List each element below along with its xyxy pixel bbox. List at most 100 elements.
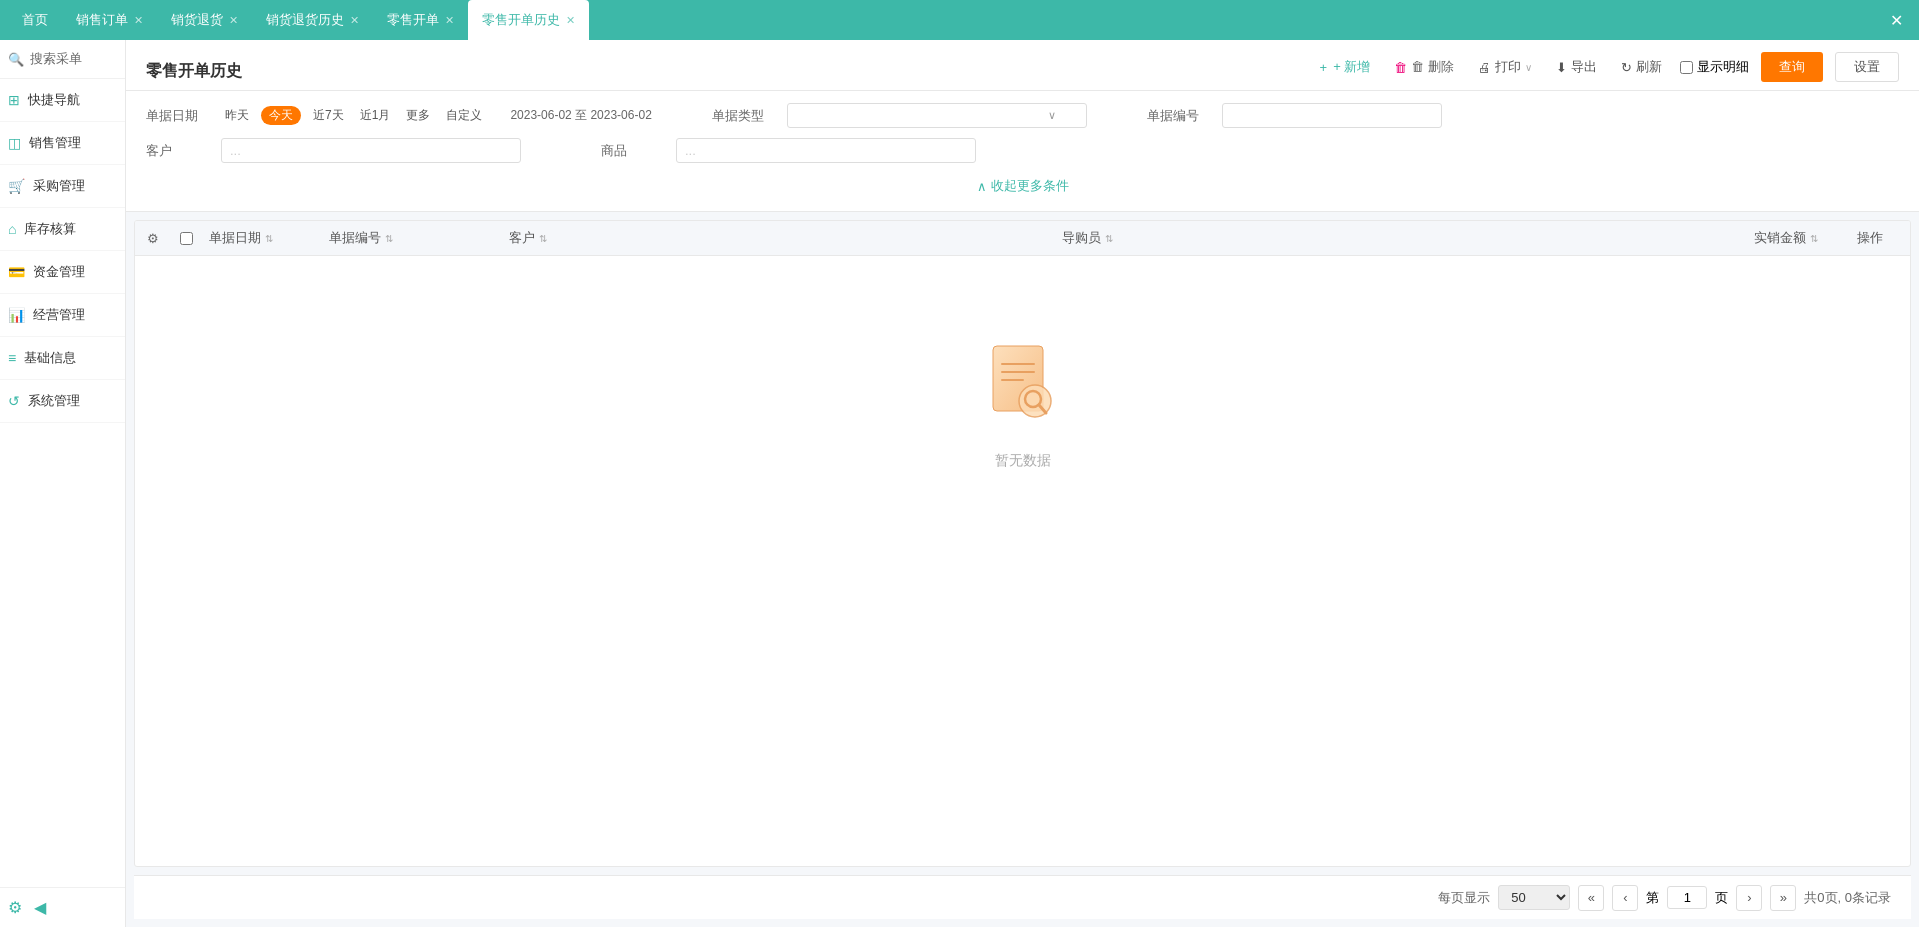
sidebar-item-sales-mgmt-label: 销售管理: [29, 134, 81, 152]
sidebar-item-inventory[interactable]: ⌂ 库存核算: [0, 208, 125, 251]
select-all-checkbox[interactable]: [180, 232, 193, 245]
tab-sales-order[interactable]: 销售订单 ✕: [62, 0, 157, 40]
customer-input[interactable]: ...: [221, 138, 521, 163]
sidebar-item-quick-nav[interactable]: ⊞ 快捷导航: [0, 79, 125, 122]
sidebar-item-sales-mgmt[interactable]: ◫ 销售管理: [0, 122, 125, 165]
th-date[interactable]: 单据日期 ⇅: [201, 229, 321, 247]
sidebar-search[interactable]: 🔍 搜索采单: [0, 40, 125, 79]
sidebar-bottom: ⚙ ◀: [0, 887, 125, 927]
shortcut-yesterday[interactable]: 昨天: [221, 106, 253, 125]
sys-mgmt-icon: ↺: [8, 393, 20, 409]
quick-nav-icon: ⊞: [8, 92, 20, 108]
tab-sales-return-history[interactable]: 销货退货历史 ✕: [252, 0, 373, 40]
search-icon: 🔍: [8, 52, 24, 67]
th-amount[interactable]: 实销金额 ⇅: [1710, 229, 1830, 247]
tab-retail-open-close[interactable]: ✕: [445, 14, 454, 27]
base-info-icon: ≡: [8, 350, 16, 366]
last-page-button[interactable]: »: [1770, 885, 1796, 911]
query-button[interactable]: 查询: [1761, 52, 1823, 82]
num-input[interactable]: [1222, 103, 1442, 128]
export-button[interactable]: ⬇ 导出: [1550, 54, 1603, 80]
tab-retail-open-history-close[interactable]: ✕: [566, 14, 575, 27]
tab-retail-open[interactable]: 零售开单 ✕: [373, 0, 468, 40]
refresh-label: 刷新: [1636, 58, 1662, 76]
app-close-button[interactable]: ✕: [1882, 7, 1911, 34]
delete-button[interactable]: 🗑 🗑 删除: [1388, 54, 1460, 80]
sidebar-item-purchase-mgmt[interactable]: 🛒 采购管理: [0, 165, 125, 208]
export-label: 导出: [1571, 58, 1597, 76]
filter-area: 单据日期 昨天 今天 近7天 近1月 更多 自定义 2023-06-02 至 2…: [126, 91, 1919, 212]
empty-text: 暂无数据: [995, 452, 1051, 470]
tab-retail-open-history[interactable]: 零售开单历史 ✕: [468, 0, 589, 40]
th-customer-sort-icon: ⇅: [539, 233, 547, 244]
sidebar-collapse-icon[interactable]: ◀: [34, 898, 46, 917]
top-tab-bar: 首页 销售订单 ✕ 销货退货 ✕ 销货退货历史 ✕ 零售开单 ✕ 零售开单历史 …: [0, 0, 1919, 40]
refresh-button[interactable]: ↻ 刷新: [1615, 54, 1668, 80]
shortcut-custom[interactable]: 自定义: [442, 106, 486, 125]
sidebar-item-finance[interactable]: 💳 资金管理: [0, 251, 125, 294]
new-button[interactable]: + + 新增: [1314, 54, 1377, 80]
per-page-select[interactable]: 10 20 50 100: [1498, 885, 1570, 910]
inventory-icon: ⌂: [8, 221, 16, 237]
type-select[interactable]: ∨: [787, 103, 1087, 128]
table-select-all[interactable]: [171, 232, 201, 245]
goods-input[interactable]: ...: [676, 138, 976, 163]
sidebar-item-sys-mgmt[interactable]: ↺ 系统管理: [0, 380, 125, 423]
tab-home[interactable]: 首页: [8, 0, 62, 40]
operations-icon: 📊: [8, 307, 25, 323]
toolbar: + + 新增 🗑 🗑 删除 🖨 打印 ∨ ⬇ 导出 ↻: [1314, 52, 1899, 90]
prev-page-button[interactable]: ‹: [1612, 885, 1638, 911]
sidebar-settings-icon[interactable]: ⚙: [8, 898, 22, 917]
tab-sales-return-close[interactable]: ✕: [229, 14, 238, 27]
shortcut-more[interactable]: 更多: [402, 106, 434, 125]
display-detail-checkbox[interactable]: [1680, 61, 1693, 74]
next-page-icon: ›: [1747, 890, 1751, 905]
page-label: 第: [1646, 889, 1659, 907]
tab-sales-return[interactable]: 销货退货 ✕: [157, 0, 252, 40]
date-filter-label: 单据日期: [146, 107, 201, 125]
sidebar-item-operations[interactable]: 📊 经营管理: [0, 294, 125, 337]
delete-label: 🗑 删除: [1411, 58, 1454, 76]
sidebar: 🔍 搜索采单 ⊞ 快捷导航 ◫ 销售管理 🛒 采购管理 ⌂ 库存核算 💳 资金管…: [0, 40, 126, 927]
th-num-sort-icon: ⇅: [385, 233, 393, 244]
collapse-button[interactable]: ∧ 收起更多条件: [965, 173, 1081, 199]
tab-sales-order-close[interactable]: ✕: [134, 14, 143, 27]
page-total: 共0页, 0条记录: [1804, 889, 1891, 907]
th-op: 操作: [1830, 229, 1910, 247]
shortcut-last30[interactable]: 近1月: [356, 106, 395, 125]
sidebar-item-base-info[interactable]: ≡ 基础信息: [0, 337, 125, 380]
first-page-icon: «: [1588, 890, 1595, 905]
shortcut-today[interactable]: 今天: [261, 106, 301, 125]
setting-button[interactable]: 设置: [1835, 52, 1899, 82]
page-number-input[interactable]: [1667, 886, 1707, 909]
sidebar-item-base-info-label: 基础信息: [24, 349, 76, 367]
date-range: 2023-06-02 至 2023-06-02: [510, 107, 651, 124]
type-select-arrow-icon: ∨: [1048, 109, 1056, 122]
collapse-label: 收起更多条件: [991, 177, 1069, 195]
shortcut-last7[interactable]: 近7天: [309, 106, 348, 125]
tab-sales-return-label: 销货退货: [171, 11, 223, 29]
type-filter-label: 单据类型: [712, 107, 767, 125]
table-settings-icon[interactable]: ⚙: [135, 231, 171, 246]
tab-sales-return-history-label: 销货退货历史: [266, 11, 344, 29]
next-page-button[interactable]: ›: [1736, 885, 1762, 911]
page-header: 零售开单历史 + + 新增 🗑 🗑 删除 🖨 打印 ∨ ⬇ 导出: [126, 40, 1919, 91]
first-page-button[interactable]: «: [1578, 885, 1604, 911]
tab-retail-open-label: 零售开单: [387, 11, 439, 29]
table-header: ⚙ 单据日期 ⇅ 单据编号 ⇅ 客户 ⇅ 导购员 ⇅: [135, 221, 1910, 256]
th-guide[interactable]: 导购员 ⇅: [1054, 229, 1174, 247]
print-button[interactable]: 🖨 打印 ∨: [1472, 54, 1538, 80]
display-detail[interactable]: 显示明细: [1680, 58, 1749, 76]
tab-sales-return-history-close[interactable]: ✕: [350, 14, 359, 27]
page-title: 零售开单历史: [146, 61, 242, 82]
th-customer[interactable]: 客户 ⇅: [501, 229, 1054, 247]
page-of-label: 页: [1715, 889, 1728, 907]
sidebar-search-label: 搜索采单: [30, 50, 82, 68]
per-page-label: 每页显示: [1438, 889, 1490, 907]
new-label: + 新增: [1333, 58, 1370, 76]
th-num[interactable]: 单据编号 ⇅: [321, 229, 501, 247]
refresh-icon: ↻: [1621, 60, 1632, 75]
tab-retail-open-history-label: 零售开单历史: [482, 11, 560, 29]
sidebar-item-purchase-mgmt-label: 采购管理: [33, 177, 85, 195]
tab-home-label: 首页: [22, 11, 48, 29]
